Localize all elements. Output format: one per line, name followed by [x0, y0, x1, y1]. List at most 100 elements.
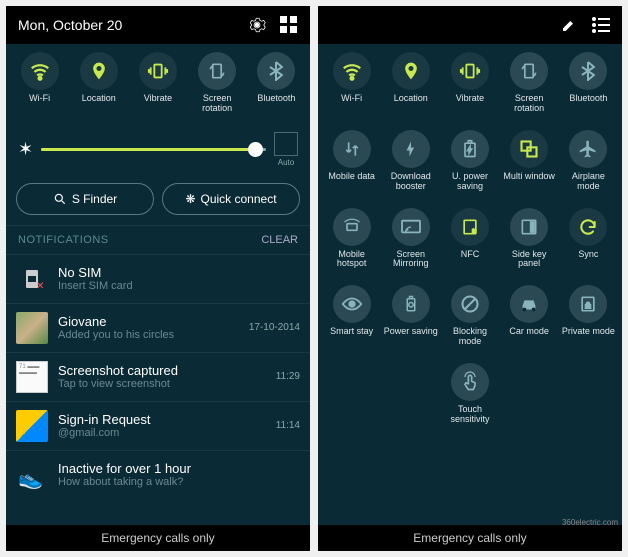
toggle-label: Download booster: [383, 172, 439, 192]
toggle-label: Wi-Fi: [341, 94, 362, 104]
toggle-bluetooth[interactable]: Bluetooth: [560, 52, 616, 114]
touch-icon: [451, 363, 489, 401]
notification-item[interactable]: 👟 Inactive for over 1 hour How about tak…: [6, 450, 310, 499]
toggle-mirroring[interactable]: Screen Mirroring: [383, 208, 439, 270]
toggle-row: Smart stay Power saving Blocking mode Ca…: [318, 277, 622, 355]
notifications-label: NOTIFICATIONS: [18, 234, 109, 246]
shortcut-buttons: S Finder ❋ Quick connect: [6, 177, 310, 225]
rotation-icon: [198, 52, 236, 90]
list-icon[interactable]: [592, 16, 610, 34]
sidekey-icon: [510, 208, 548, 246]
toggle-label: Power saving: [384, 327, 438, 337]
quickconnect-button[interactable]: ❋ Quick connect: [162, 183, 300, 215]
notification-icon: [16, 312, 48, 344]
notification-title: Inactive for over 1 hour: [58, 461, 290, 476]
toggle-psaving[interactable]: Power saving: [383, 285, 439, 347]
bluetooth-icon: [257, 52, 295, 90]
sfinder-button[interactable]: S Finder: [16, 183, 154, 215]
toggle-wifi[interactable]: Wi-Fi: [324, 52, 380, 114]
toggle-wifi[interactable]: Wi-Fi: [12, 52, 68, 114]
private-icon: [569, 285, 607, 323]
edit-icon[interactable]: [560, 16, 578, 34]
toggle-powersaving[interactable]: U. power saving: [442, 130, 498, 192]
notification-subtitle: @gmail.com: [58, 427, 266, 439]
settings-icon[interactable]: [248, 16, 266, 34]
toggle-private[interactable]: Private mode: [560, 285, 616, 347]
car-icon: [510, 285, 548, 323]
brightness-slider[interactable]: [41, 148, 266, 151]
quick-toggles-row: Wi-Fi Location Vibrate Screen rotation B…: [6, 44, 310, 122]
notification-time: 17-10-2014: [249, 322, 300, 333]
notification-time: 11:29: [276, 371, 300, 382]
toggle-bluetooth[interactable]: Bluetooth: [248, 52, 304, 114]
toggle-vibrate[interactable]: Vibrate: [130, 52, 186, 114]
toggle-label: Bluetooth: [257, 94, 295, 104]
toggle-label: Bluetooth: [569, 94, 607, 104]
toggle-hotspot[interactable]: Mobile hotspot: [324, 208, 380, 270]
notification-title: Giovane: [58, 314, 239, 329]
rotation-icon: [510, 52, 548, 90]
toggle-touch[interactable]: Touch sensitivity: [442, 363, 498, 425]
toggle-label: Vibrate: [456, 94, 484, 104]
notification-item[interactable]: Sign-in Request @gmail.com 11:14: [6, 401, 310, 450]
toggle-airplane[interactable]: Airplane mode: [560, 130, 616, 192]
clear-button[interactable]: CLEAR: [261, 234, 298, 246]
toggle-label: Sync: [578, 250, 598, 260]
notification-item[interactable]: Giovane Added you to his circles 17-10-2…: [6, 303, 310, 352]
notification-title: No SIM: [58, 265, 290, 280]
svg-text:✕: ✕: [36, 281, 44, 291]
toggle-rotation[interactable]: Screen rotation: [189, 52, 245, 114]
multiwindow-icon: [510, 130, 548, 168]
toggle-smartstay[interactable]: Smart stay: [324, 285, 380, 347]
toggle-vibrate[interactable]: Vibrate: [442, 52, 498, 114]
toggle-label: U. power saving: [442, 172, 498, 192]
toggle-row: Touch sensitivity: [318, 355, 622, 433]
toggle-sync[interactable]: Sync: [560, 208, 616, 270]
toggle-multiwindow[interactable]: Multi window: [501, 130, 557, 192]
toggle-label: Location: [394, 94, 428, 104]
notification-icon: ✕: [16, 263, 48, 295]
notification-subtitle: How about taking a walk?: [58, 476, 290, 488]
toggle-car[interactable]: Car mode: [501, 285, 557, 347]
date: Mon, October 20: [18, 17, 122, 33]
toggle-label: Screen rotation: [501, 94, 557, 114]
quick-toggles-grid: Wi-Fi Location Vibrate Screen rotation B…: [318, 44, 622, 525]
header-icons: [248, 16, 298, 34]
toggle-sidekey[interactable]: Side key panel: [501, 208, 557, 270]
notification-item[interactable]: ✕ No SIM Insert SIM card: [6, 254, 310, 303]
header: [318, 6, 622, 44]
notification-time: 11:14: [276, 420, 300, 431]
header-icons: [560, 16, 610, 34]
notification-title: Screenshot captured: [58, 363, 266, 378]
toggle-booster[interactable]: Download booster: [383, 130, 439, 192]
toggle-label: Mobile data: [328, 172, 375, 182]
booster-icon: [392, 130, 430, 168]
toggle-mobiledata[interactable]: Mobile data: [324, 130, 380, 192]
location-icon: [392, 52, 430, 90]
toggle-label: Side key panel: [501, 250, 557, 270]
toggle-row: Mobile data Download booster U. power sa…: [318, 122, 622, 200]
notification-icon: 71 ▬▬▬▬▬: [16, 361, 48, 393]
smartstay-icon: [333, 285, 371, 323]
toggle-label: Blocking mode: [442, 327, 498, 347]
brightness-row: ✶ Auto: [6, 122, 310, 177]
notification-item[interactable]: 71 ▬▬▬▬▬ Screenshot captured Tap to view…: [6, 352, 310, 401]
toggle-row: Mobile hotspot Screen Mirroring NFC Side…: [318, 200, 622, 278]
toggle-label: Private mode: [562, 327, 615, 337]
auto-brightness[interactable]: Auto: [274, 132, 298, 167]
toggle-blocking[interactable]: Blocking mode: [442, 285, 498, 347]
notification-subtitle: Tap to view screenshot: [58, 378, 266, 390]
mobiledata-icon: [333, 130, 371, 168]
toggle-label: Screen Mirroring: [383, 250, 439, 270]
toggle-nfc[interactable]: NFC: [442, 208, 498, 270]
toggle-rotation[interactable]: Screen rotation: [501, 52, 557, 114]
notification-title: Sign-in Request: [58, 412, 266, 427]
location-icon: [80, 52, 118, 90]
grid-icon[interactable]: [280, 16, 298, 34]
notification-subtitle: Added you to his circles: [58, 329, 239, 341]
bluetooth-icon: [569, 52, 607, 90]
vibrate-icon: [451, 52, 489, 90]
toggle-label: Mobile hotspot: [324, 250, 380, 270]
toggle-location[interactable]: Location: [383, 52, 439, 114]
toggle-location[interactable]: Location: [71, 52, 127, 114]
